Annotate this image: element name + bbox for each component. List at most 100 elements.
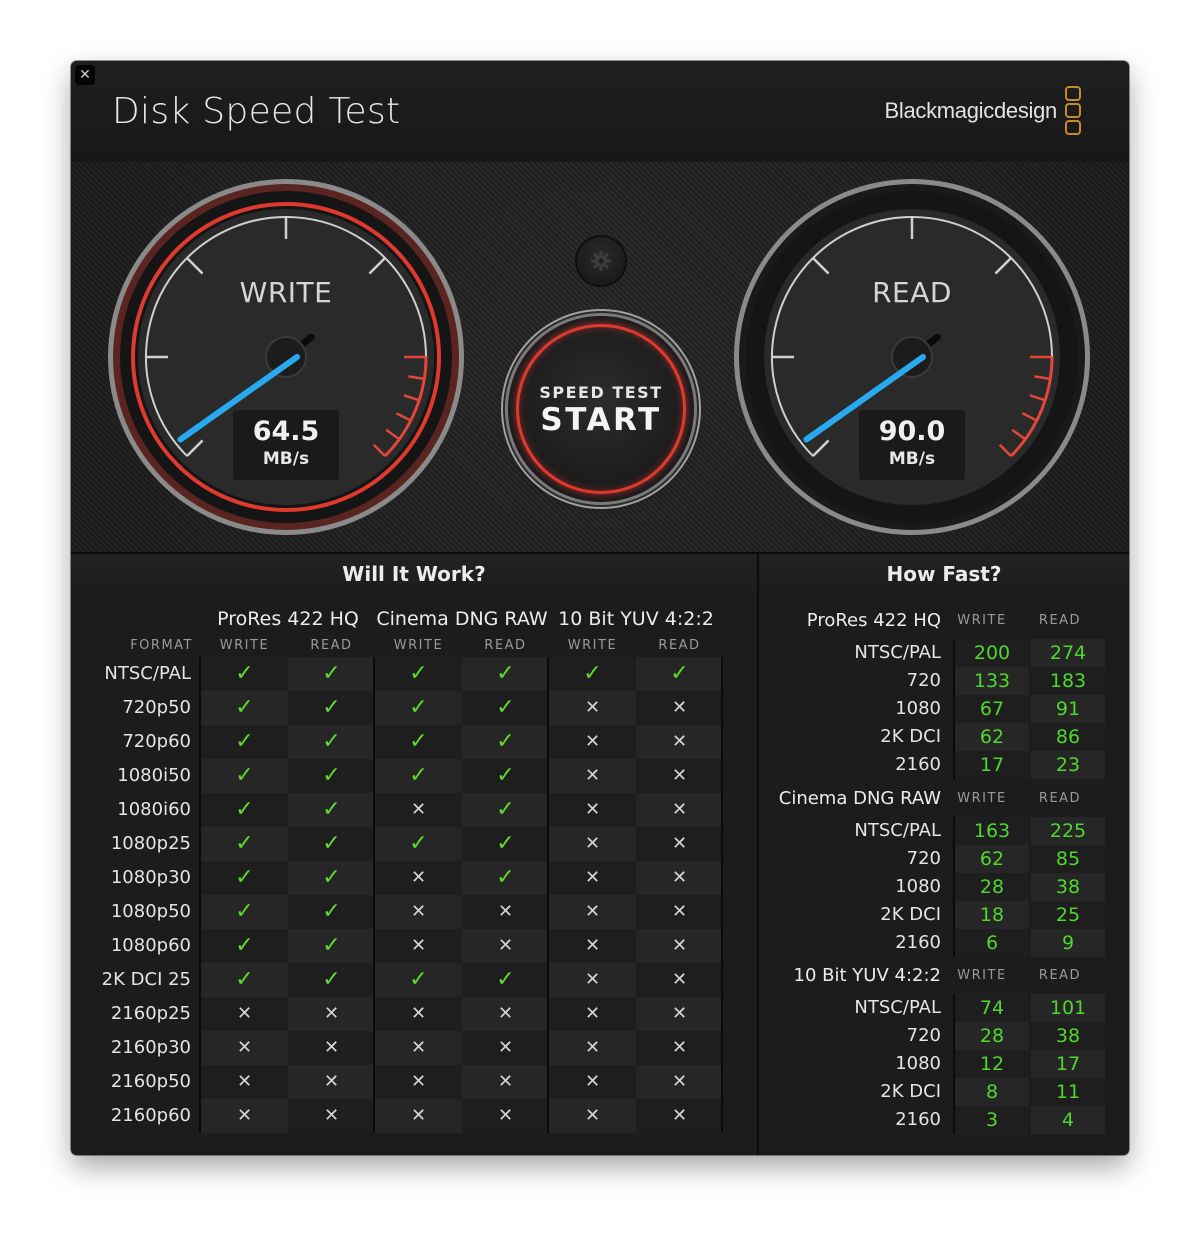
write-fps-value: 62 — [955, 723, 1029, 751]
how-fast-panel: How Fast? ProRes 422 HQ WRITE READ NTSC/PAL… — [759, 554, 1129, 1155]
cross-icon: ✕ — [375, 861, 462, 895]
will-it-work-panel: Will It Work? FORMAT NTSC/PAL ✓ ✓ ✓ ✓ ✓ ✓ 720p5… — [71, 554, 759, 1155]
check-icon: ✓ — [288, 895, 375, 929]
format-label: 2160p30 — [110, 1037, 191, 1058]
cross-icon: ✕ — [636, 725, 723, 759]
close-button[interactable]: ✕ — [75, 65, 95, 85]
check-icon: ✓ — [462, 691, 549, 725]
cross-icon: ✕ — [375, 895, 462, 929]
check-icon: ✓ — [375, 725, 462, 759]
cross-icon: ✕ — [375, 793, 462, 827]
table-row: 720p50 ✓ ✓ ✓ ✓ ✕ ✕ — [122, 691, 723, 725]
cross-icon: ✕ — [288, 1099, 375, 1133]
cross-icon: ✕ — [549, 827, 636, 861]
cross-icon: ✕ — [462, 1065, 549, 1099]
check-icon: ✓ — [288, 861, 375, 895]
check-icon: ✓ — [636, 657, 723, 691]
column-divider — [199, 657, 201, 1133]
cross-icon: ✕ — [549, 793, 636, 827]
check-icon: ✓ — [288, 691, 375, 725]
format-label: NTSC/PAL — [854, 997, 941, 1018]
gear-icon — [591, 251, 611, 271]
cross-icon: ✕ — [462, 997, 549, 1031]
format-label: NTSC/PAL — [104, 663, 191, 684]
cross-icon: ✕ — [288, 997, 375, 1031]
format-label: 2160p60 — [110, 1105, 191, 1126]
cross-icon: ✕ — [636, 759, 723, 793]
check-icon: ✓ — [201, 759, 288, 793]
write-fps-value: 163 — [955, 817, 1029, 845]
format-label: 2K DCI — [880, 904, 941, 925]
read-fps-value: 85 — [1031, 845, 1105, 873]
check-icon: ✓ — [288, 657, 375, 691]
write-column-header: WRITE — [567, 638, 618, 653]
write-fps-value: 133 — [955, 667, 1029, 695]
table-row: 1080i50 ✓ ✓ ✓ ✓ ✕ ✕ — [117, 759, 723, 793]
format-label: 2160p50 — [110, 1071, 191, 1092]
table-row: 2K DCI 25 ✓ ✓ ✓ ✓ ✕ ✕ — [102, 963, 723, 997]
format-label: 2160p25 — [110, 1003, 191, 1024]
read-column-header: READ — [310, 638, 353, 653]
cross-icon: ✕ — [549, 861, 636, 895]
cross-icon: ✕ — [636, 691, 723, 725]
format-label: 720p60 — [122, 731, 191, 752]
codec-header: ProRes 422 HQ — [217, 608, 359, 630]
will-it-work-title: Will It Work? — [71, 554, 757, 594]
write-readout: 64.5 MB/s — [233, 410, 339, 480]
format-label: 1080p25 — [110, 833, 191, 854]
column-divider — [721, 657, 723, 1133]
settings-button[interactable] — [577, 237, 625, 285]
cross-icon: ✕ — [636, 963, 723, 997]
write-fps-value: 28 — [955, 1022, 1029, 1050]
table-row: 720 28 38 — [759, 1022, 1129, 1050]
table-row: 2160p60 ✕ ✕ ✕ ✕ ✕ ✕ — [111, 1099, 723, 1133]
format-label: NTSC/PAL — [854, 642, 941, 663]
table-row: 2K DCI 62 86 — [759, 723, 1129, 751]
format-label: 2160 — [895, 932, 941, 953]
cross-icon: ✕ — [636, 793, 723, 827]
table-row: 2160p30 ✕ ✕ ✕ ✕ ✕ ✕ — [111, 1031, 723, 1065]
cross-icon: ✕ — [375, 1099, 462, 1133]
close-icon: ✕ — [79, 67, 91, 83]
read-speed-value: 90.0 — [878, 416, 946, 447]
cross-icon: ✕ — [549, 1099, 636, 1133]
gauge-area: WRITE 64.5 MB/s SPEED TEST START READ 90… — [71, 162, 1129, 554]
how-fast-title: How Fast? — [759, 554, 1129, 594]
read-fps-value: 274 — [1031, 639, 1105, 667]
write-fps-value: 74 — [955, 994, 1029, 1022]
write-fps-value: 6 — [955, 929, 1029, 957]
format-label: 1080p30 — [110, 867, 191, 888]
write-fps-value: 200 — [955, 639, 1029, 667]
check-icon: ✓ — [375, 963, 462, 997]
start-button[interactable]: SPEED TEST START — [508, 316, 694, 502]
read-fps-value: 11 — [1031, 1078, 1105, 1106]
check-icon: ✓ — [201, 963, 288, 997]
read-gauge-label: READ — [872, 276, 952, 309]
cross-icon: ✕ — [636, 997, 723, 1031]
write-fps-value: 62 — [955, 845, 1029, 873]
will-it-work-grid: NTSC/PAL ✓ ✓ ✓ ✓ ✓ ✓ 720p50 ✓ ✓ ✓ ✓ ✕ ✕ 720p60 ✓ ✓ ✓ ✓ ✕ ✕ 10… — [102, 657, 723, 1133]
check-icon: ✓ — [201, 929, 288, 963]
table-row: 1080 67 91 — [759, 695, 1129, 723]
read-fps-value: 9 — [1031, 929, 1105, 957]
format-label: 1080p50 — [110, 901, 191, 922]
write-fps-value: 18 — [955, 901, 1029, 929]
read-fps-value: 225 — [1031, 817, 1105, 845]
write-speed-value: 64.5 — [252, 416, 320, 447]
brand-logo-icon — [1065, 86, 1081, 137]
cross-icon: ✕ — [549, 1065, 636, 1099]
check-icon: ✓ — [288, 793, 375, 827]
column-divider — [547, 657, 549, 1133]
table-row: NTSC/PAL 74 101 — [759, 994, 1129, 1022]
format-label: 720 — [906, 848, 941, 869]
brand-name: Blackmagicdesign — [884, 98, 1057, 123]
cross-icon: ✕ — [549, 759, 636, 793]
cross-icon: ✕ — [549, 691, 636, 725]
codec-header: ProRes 422 HQ — [806, 610, 941, 631]
cross-icon: ✕ — [462, 929, 549, 963]
table-row: 2160 17 23 — [759, 751, 1129, 779]
title-bar: ✕ Disk Speed Test Blackmagicdesign — [71, 61, 1129, 164]
start-button-subtitle: SPEED TEST — [539, 383, 663, 402]
read-fps-value: 38 — [1031, 873, 1105, 901]
cross-icon: ✕ — [462, 1099, 549, 1133]
